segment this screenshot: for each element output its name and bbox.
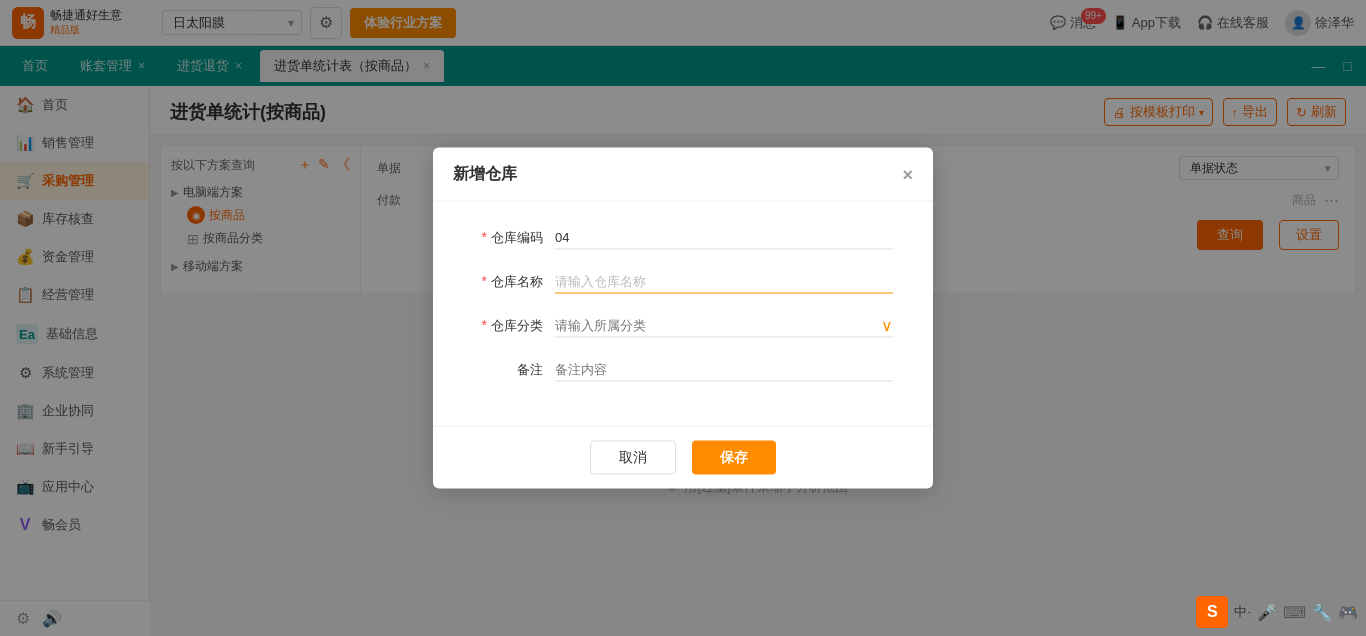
form-row-note: 备注 [473,358,893,382]
form-row-name: 仓库名称 [473,270,893,294]
s-logo-bar: S 中· 🎤 ⌨ 🔧 🎮 [1196,596,1358,628]
name-input[interactable] [555,270,893,294]
category-label: 仓库分类 [473,317,543,335]
modal-title: 新增仓库 [453,164,517,185]
mic-icon[interactable]: 🎤 [1257,603,1277,622]
category-input[interactable] [555,314,881,337]
form-row-category: 仓库分类 ∨ [473,314,893,338]
toolbar-icon[interactable]: 🔧 [1312,603,1332,622]
code-input[interactable] [555,226,893,250]
modal-header: 新增仓库 × [433,148,933,202]
s-logo-icon: S [1196,596,1228,628]
cancel-button[interactable]: 取消 [590,441,676,475]
new-warehouse-modal: 新增仓库 × 仓库编码 仓库名称 仓库分类 ∨ 备注 取消 保存 [433,148,933,489]
modal-footer: 取消 保存 [433,426,933,489]
note-input[interactable] [555,358,893,382]
modal-close-button[interactable]: × [902,165,913,183]
code-label: 仓库编码 [473,229,543,247]
category-chevron-icon[interactable]: ∨ [881,316,893,335]
modal-body: 仓库编码 仓库名称 仓库分类 ∨ 备注 [433,202,933,426]
name-label: 仓库名称 [473,273,543,291]
s-logo-text: 中· [1234,603,1251,621]
category-select-wrap: ∨ [555,314,893,338]
game-icon[interactable]: 🎮 [1338,603,1358,622]
form-row-code: 仓库编码 [473,226,893,250]
note-label: 备注 [473,361,543,379]
keyboard-icon[interactable]: ⌨ [1283,603,1306,622]
save-button[interactable]: 保存 [692,441,776,475]
